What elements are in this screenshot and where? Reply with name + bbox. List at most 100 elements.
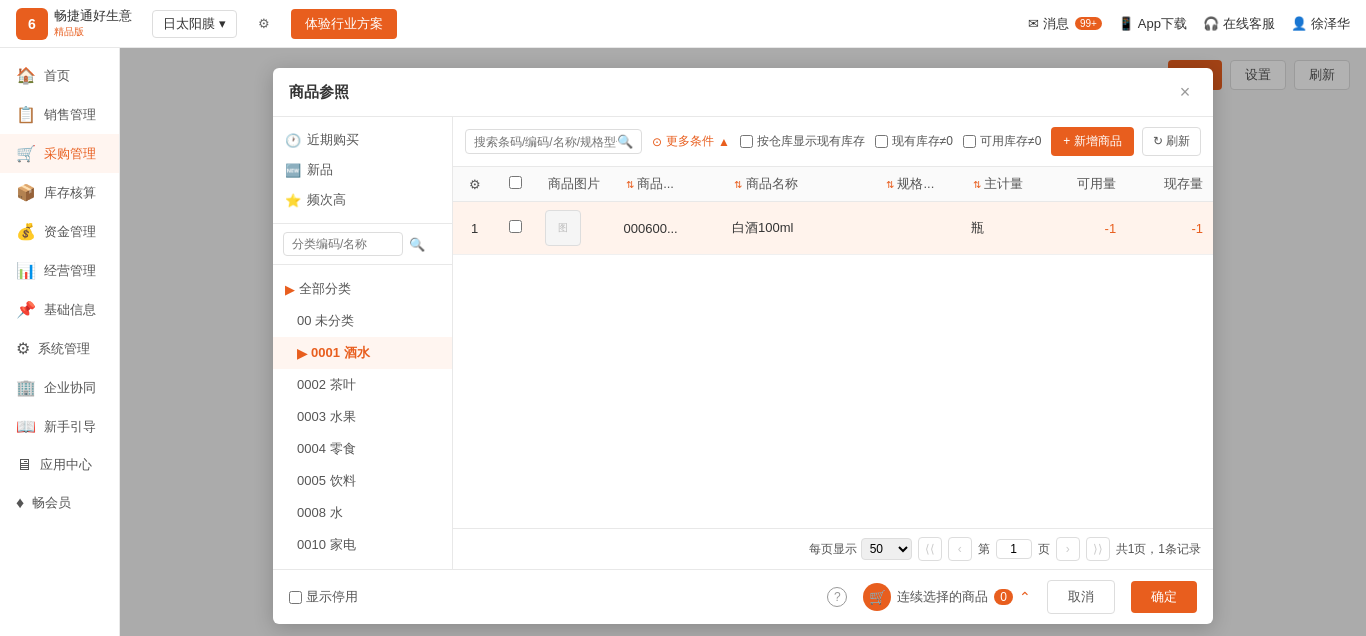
refresh-modal-button[interactable]: ↻ 刷新 [1142, 127, 1201, 156]
category-0010[interactable]: 0010 家电 [273, 529, 452, 561]
sidebar-item-enterprise[interactable]: 🏢 企业协同 [0, 368, 119, 407]
cell-name: 白酒100ml [722, 202, 874, 255]
modal-header: 商品参照 × [273, 68, 1213, 117]
user-profile[interactable]: 👤 徐泽华 [1291, 15, 1350, 33]
cancel-button[interactable]: 取消 [1047, 580, 1115, 614]
col-header-code[interactable]: ⇅ 商品... [614, 167, 722, 202]
experience-button[interactable]: 体验行业方案 [291, 9, 397, 39]
online-service-button[interactable]: 🎧 在线客服 [1203, 15, 1275, 33]
sort-icon-spec: ⇅ [886, 179, 894, 190]
prev-page-button[interactable]: ‹ [948, 537, 972, 561]
available-nonzero-checkbox[interactable] [963, 135, 976, 148]
nav-selector[interactable]: 日太阳膜 ▾ [152, 10, 237, 38]
help-icon[interactable]: ? [827, 587, 847, 607]
per-page-select[interactable]: 50 10 20 100 [861, 538, 912, 560]
modal-close-button[interactable]: × [1173, 80, 1197, 104]
sales-icon: 📋 [16, 105, 36, 124]
modal-body: 🕐 近期购买 🆕 新品 ⭐ 频次高 [273, 117, 1213, 569]
product-search-input[interactable] [474, 135, 617, 149]
sidebar-item-home[interactable]: 🏠 首页 [0, 56, 119, 95]
table-row[interactable]: 1 图 000600... 白酒100ml 瓶 -1 -1 [453, 202, 1213, 255]
sidebar-item-purchase[interactable]: 🛒 采购管理 [0, 134, 119, 173]
logo-icon: 6 [16, 8, 48, 40]
sidebar-label-appstore: 应用中心 [40, 456, 92, 474]
expand-icon: ▶ [285, 282, 295, 297]
category-0001[interactable]: ▶ 0001 酒水 [273, 337, 452, 369]
continuous-label: 连续选择的商品 [897, 588, 988, 606]
sidebar-item-sales[interactable]: 📋 销售管理 [0, 95, 119, 134]
shortcut-new-label: 新品 [307, 161, 333, 179]
cell-check[interactable] [496, 202, 535, 255]
select-all-checkbox[interactable] [509, 176, 522, 189]
category-0004-label: 0004 零食 [297, 440, 356, 458]
stock-nonzero-checkbox[interactable] [875, 135, 888, 148]
nav-selector-arrow: ▾ [219, 16, 226, 31]
category-search-input[interactable] [283, 232, 403, 256]
category-all[interactable]: ▶ 全部分类 [273, 273, 452, 305]
sidebar-item-system[interactable]: ⚙ 系统管理 [0, 329, 119, 368]
category-0005[interactable]: 0005 饮料 [273, 465, 452, 497]
pagination: 每页显示 50 10 20 100 ⟨⟨ ‹ 第 [453, 528, 1213, 569]
per-page-label: 每页显示 [809, 541, 857, 558]
category-0008-label: 0008 水 [297, 504, 343, 522]
sidebar-item-inventory[interactable]: 📦 库存核算 [0, 173, 119, 212]
category-00[interactable]: 00 未分类 [273, 305, 452, 337]
show-disabled-checkbox[interactable] [289, 591, 302, 604]
sort-icon-unit: ⇅ [973, 179, 981, 190]
settings-col-icon[interactable]: ⚙ [469, 177, 481, 192]
shortcut-recent[interactable]: 🕐 近期购买 [273, 125, 452, 155]
message-icon: ✉ [1028, 16, 1039, 31]
row-checkbox[interactable] [509, 220, 522, 233]
sidebar-item-basic[interactable]: 📌 基础信息 [0, 290, 119, 329]
appstore-icon: 🖥 [16, 456, 32, 474]
warehouse-checkbox-wrap[interactable]: 按仓库显示现有库存 [740, 133, 865, 150]
category-0008[interactable]: 0008 水 [273, 497, 452, 529]
last-page-button[interactable]: ⟩⟩ [1086, 537, 1110, 561]
shortcut-frequent-label: 频次高 [307, 191, 346, 209]
user-name: 徐泽华 [1311, 15, 1350, 33]
continuous-count: 0 [994, 589, 1013, 605]
cell-available: -1 [1039, 202, 1126, 255]
category-0003[interactable]: 0003 水果 [273, 401, 452, 433]
sidebar-label-purchase: 采购管理 [44, 145, 96, 163]
col-header-unit[interactable]: ⇅ 主计量 [961, 167, 1040, 202]
stock-nonzero-checkbox-wrap[interactable]: 现有库存≠0 [875, 133, 953, 150]
sidebar-item-finance[interactable]: 💰 资金管理 [0, 212, 119, 251]
sidebar-item-appstore[interactable]: 🖥 应用中心 [0, 446, 119, 484]
add-product-button[interactable]: + 新增商品 [1051, 127, 1133, 156]
product-panel: 🔍 ⊙ 更多条件 ▲ 按仓库显示现有库存 [453, 117, 1213, 569]
show-disabled-checkbox-wrap[interactable]: 显示停用 [289, 588, 358, 606]
col-header-stock: 现存量 [1126, 167, 1213, 202]
app-download-button[interactable]: 📱 App下载 [1118, 15, 1187, 33]
sidebar-item-guide[interactable]: 📖 新手引导 [0, 407, 119, 446]
category-search-icon[interactable]: 🔍 [409, 237, 425, 252]
top-nav: 6 畅捷通好生意 精品版 日太阳膜 ▾ ⚙ 体验行业方案 ✉ 消息 99+ 📱 … [0, 0, 1366, 48]
category-panel: 🕐 近期购买 🆕 新品 ⭐ 频次高 [273, 117, 453, 569]
page-input[interactable] [996, 539, 1032, 559]
headset-icon: 🎧 [1203, 16, 1219, 31]
sidebar-item-operations[interactable]: 📊 经营管理 [0, 251, 119, 290]
available-nonzero-checkbox-wrap[interactable]: 可用库存≠0 [963, 133, 1041, 150]
nav-selector-label: 日太阳膜 [163, 15, 215, 33]
category-0004[interactable]: 0004 零食 [273, 433, 452, 465]
modal-title: 商品参照 [289, 83, 349, 102]
shortcut-frequent[interactable]: ⭐ 频次高 [273, 185, 452, 215]
next-page-button[interactable]: › [1056, 537, 1080, 561]
enterprise-icon: 🏢 [16, 378, 36, 397]
basic-icon: 📌 [16, 300, 36, 319]
filter-button[interactable]: ⊙ 更多条件 ▲ [652, 133, 730, 150]
messages-button[interactable]: ✉ 消息 99+ [1028, 15, 1102, 33]
col-header-spec[interactable]: ⇅ 规格... [874, 167, 961, 202]
cell-stock: -1 [1126, 202, 1213, 255]
warehouse-checkbox[interactable] [740, 135, 753, 148]
col-header-name[interactable]: ⇅ 商品名称 [722, 167, 874, 202]
product-search-icon[interactable]: 🔍 [617, 134, 633, 149]
first-page-button[interactable]: ⟨⟨ [918, 537, 942, 561]
category-0002[interactable]: 0002 茶叶 [273, 369, 452, 401]
collapse-arrow[interactable]: ⌃ [1019, 589, 1031, 605]
sidebar-item-member[interactable]: ♦ 畅会员 [0, 484, 119, 522]
shortcut-new[interactable]: 🆕 新品 [273, 155, 452, 185]
sidebar-label-enterprise: 企业协同 [44, 379, 96, 397]
confirm-button[interactable]: 确定 [1131, 581, 1197, 613]
gear-button[interactable]: ⚙ [249, 9, 279, 39]
